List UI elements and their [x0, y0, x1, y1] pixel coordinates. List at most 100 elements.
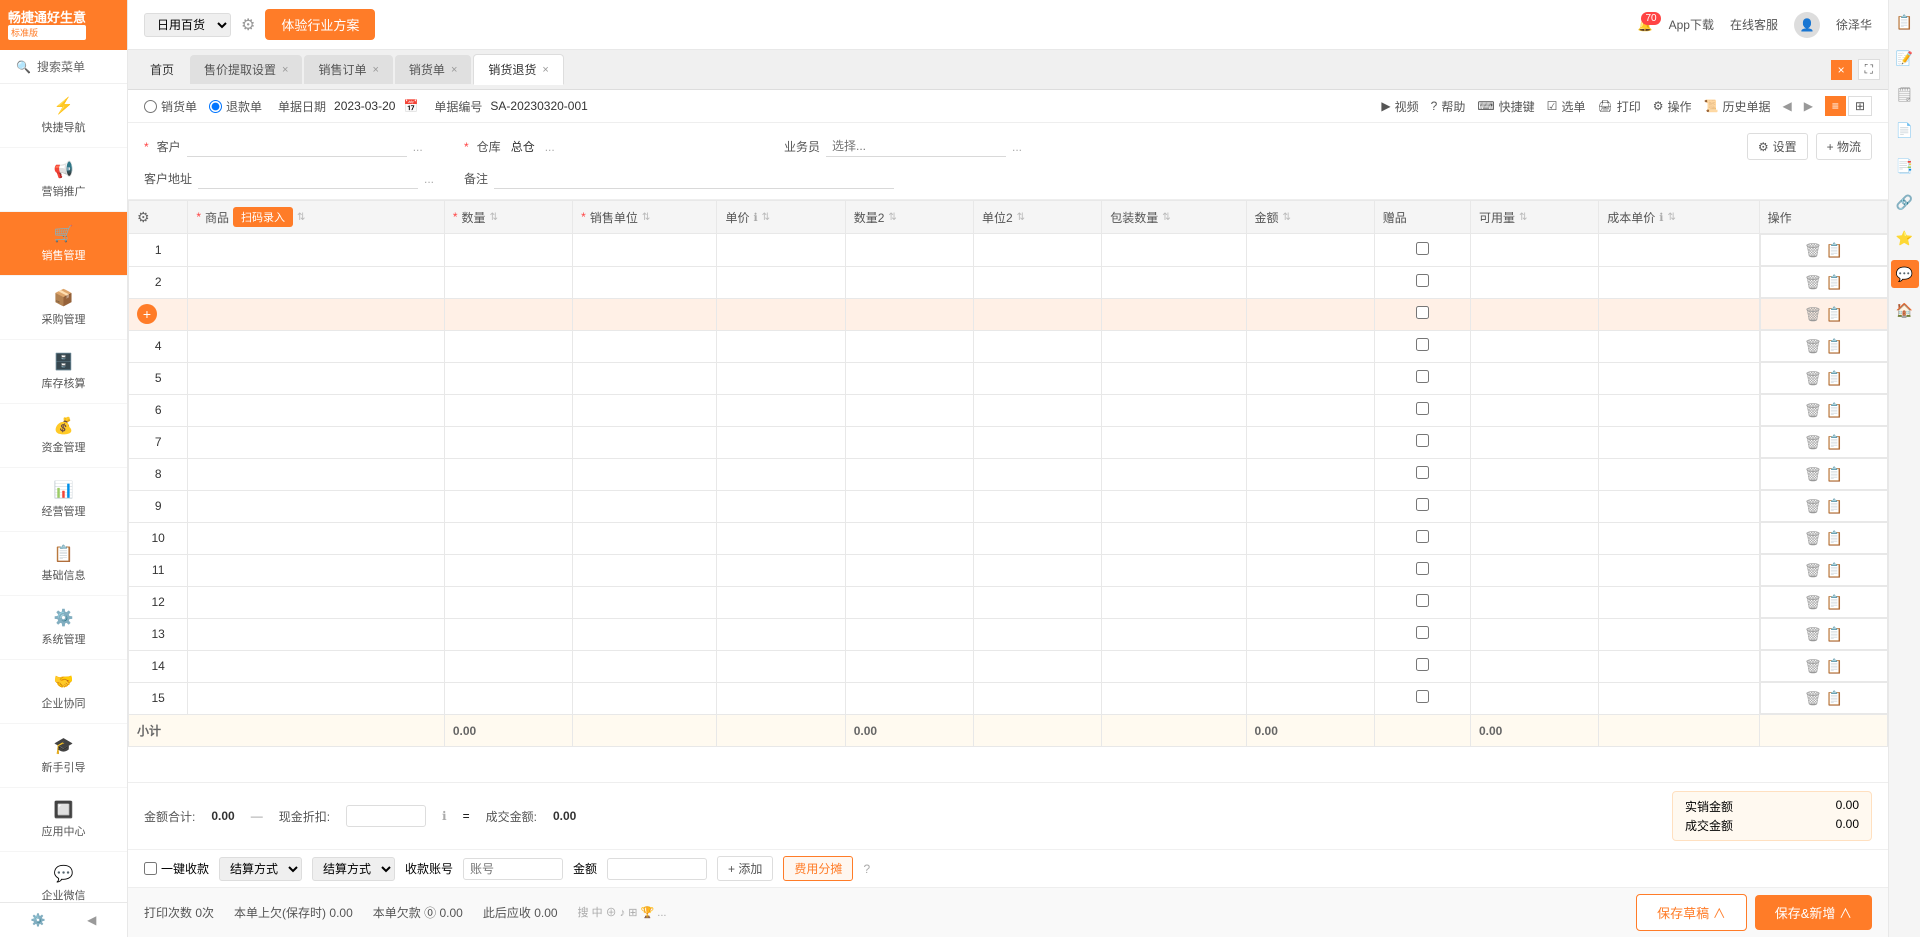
gift-checkbox[interactable] — [1416, 498, 1429, 511]
available-cell[interactable] — [1471, 266, 1599, 298]
available-cell[interactable] — [1471, 362, 1599, 394]
cost-cell[interactable] — [1599, 330, 1759, 362]
qty2-cell[interactable] — [845, 266, 973, 298]
gift-checkbox[interactable] — [1416, 594, 1429, 607]
prev-doc-icon[interactable]: ◀ — [1782, 99, 1791, 113]
sidebar-item-inventory[interactable]: 🗄️ 库存核算 — [0, 340, 127, 404]
price-cell[interactable] — [717, 394, 845, 426]
available-cell[interactable] — [1471, 330, 1599, 362]
qty-cell[interactable] — [444, 490, 572, 522]
gift-checkbox[interactable] — [1416, 434, 1429, 447]
unit-cell[interactable] — [573, 682, 717, 715]
list-view-button[interactable]: ≡ — [1825, 96, 1846, 116]
amount-cell[interactable] — [1246, 522, 1374, 554]
pkgqty-cell[interactable] — [1102, 650, 1246, 682]
amount-input2[interactable] — [607, 858, 707, 880]
goods-cell[interactable] — [188, 362, 445, 394]
available-cell[interactable] — [1471, 618, 1599, 650]
cost-cell[interactable] — [1599, 426, 1759, 458]
settings-button[interactable]: ⚙ 设置 — [1747, 133, 1808, 160]
unit-cell[interactable] — [573, 522, 717, 554]
close-icon[interactable]: × — [542, 64, 548, 76]
qty2-cell[interactable] — [845, 362, 973, 394]
address-input[interactable] — [198, 168, 418, 189]
qty-cell[interactable] — [444, 426, 572, 458]
cost-cell[interactable] — [1599, 682, 1759, 715]
rs-icon-9[interactable]: 🏠 — [1891, 296, 1919, 324]
copy-row-button[interactable]: 📋 — [1826, 495, 1843, 517]
app-download-link[interactable]: App下载 — [1669, 16, 1714, 33]
qty-cell[interactable] — [444, 618, 572, 650]
pkgqty-cell[interactable] — [1102, 234, 1246, 267]
available-cell[interactable] — [1471, 426, 1599, 458]
copy-row-button[interactable]: 📋 — [1826, 303, 1843, 325]
rs-icon-3[interactable]: 🗒 — [1891, 80, 1919, 108]
available-cell[interactable] — [1471, 490, 1599, 522]
gift-cell[interactable] — [1374, 554, 1470, 586]
gift-cell[interactable] — [1374, 362, 1470, 394]
sidebar-item-purchase[interactable]: 📦 采购管理 — [0, 276, 127, 340]
delete-row-button[interactable]: 🗑 — [1804, 239, 1822, 261]
qty2-cell[interactable] — [845, 458, 973, 490]
price-cell[interactable] — [717, 650, 845, 682]
amount-cell[interactable] — [1246, 330, 1374, 362]
qty-cell[interactable] — [444, 362, 572, 394]
qty2-cell[interactable] — [845, 490, 973, 522]
qty-cell[interactable] — [444, 458, 572, 490]
settle-select[interactable]: 结算方式 — [219, 857, 302, 881]
search-menu[interactable]: 🔍 搜索菜单 — [0, 50, 127, 84]
gift-cell[interactable] — [1374, 458, 1470, 490]
gift-cell[interactable] — [1374, 650, 1470, 682]
sidebar-item-newbie[interactable]: 🎓 新手引导 — [0, 724, 127, 788]
goods-cell[interactable] — [188, 586, 445, 618]
cost-cell[interactable] — [1599, 362, 1759, 394]
rs-icon-5[interactable]: 📑 — [1891, 152, 1919, 180]
salesperson-dots[interactable]: ... — [1012, 140, 1022, 154]
unit-cell[interactable] — [573, 650, 717, 682]
delete-row-button[interactable]: 🗑 — [1804, 591, 1822, 613]
toolbar-print[interactable]: 🖨 打印 — [1597, 98, 1640, 115]
amount-cell[interactable] — [1246, 266, 1374, 298]
unit2-cell[interactable] — [973, 650, 1101, 682]
copy-row-button[interactable]: 📋 — [1826, 687, 1843, 709]
unit2-cell[interactable] — [973, 490, 1101, 522]
qty2-cell[interactable] — [845, 394, 973, 426]
unit2-cell[interactable] — [973, 586, 1101, 618]
close-icon[interactable]: × — [282, 64, 288, 76]
unit2-cell[interactable] — [973, 298, 1101, 330]
pkgqty-cell[interactable] — [1102, 330, 1246, 362]
qty-cell[interactable] — [444, 298, 572, 330]
price-cell[interactable] — [717, 426, 845, 458]
qty2-cell[interactable] — [845, 234, 973, 267]
unit2-cell[interactable] — [973, 554, 1101, 586]
sort-icon[interactable]: ⇅ — [642, 212, 650, 223]
qty-cell[interactable] — [444, 554, 572, 586]
qty2-cell[interactable] — [845, 682, 973, 715]
pkgqty-cell[interactable] — [1102, 682, 1246, 715]
delete-row-button[interactable]: 🗑 — [1804, 623, 1822, 645]
sidebar-item-operation[interactable]: 📊 经营管理 — [0, 468, 127, 532]
tab-sale-return[interactable]: 销货退货 × — [473, 54, 563, 85]
toolbar-history[interactable]: 📜 历史单据 — [1703, 98, 1770, 115]
gift-checkbox[interactable] — [1416, 274, 1429, 287]
delete-row-button[interactable]: 🗑 — [1804, 527, 1822, 549]
settings-icon[interactable]: ⚙️ — [31, 913, 46, 927]
sidebar-item-wechat[interactable]: 💬 企业微信 — [0, 852, 127, 902]
gift-cell[interactable] — [1374, 394, 1470, 426]
amount-cell[interactable] — [1246, 490, 1374, 522]
price-cell[interactable] — [717, 586, 845, 618]
price-cell[interactable] — [717, 554, 845, 586]
sort-icon[interactable]: ⇅ — [888, 212, 896, 223]
rs-icon-8[interactable]: 💬 — [1891, 260, 1919, 288]
qty2-cell[interactable] — [845, 522, 973, 554]
qty-cell[interactable] — [444, 394, 572, 426]
unit-cell[interactable] — [573, 586, 717, 618]
pkgqty-cell[interactable] — [1102, 458, 1246, 490]
unit-cell[interactable] — [573, 618, 717, 650]
rs-icon-7[interactable]: ⭐ — [1891, 224, 1919, 252]
amount-cell[interactable] — [1246, 394, 1374, 426]
tab-home[interactable]: 首页 — [136, 55, 188, 84]
price-cell[interactable] — [717, 298, 845, 330]
sort-icon[interactable]: ⇅ — [490, 212, 498, 223]
radio-return-input[interactable] — [209, 100, 222, 113]
